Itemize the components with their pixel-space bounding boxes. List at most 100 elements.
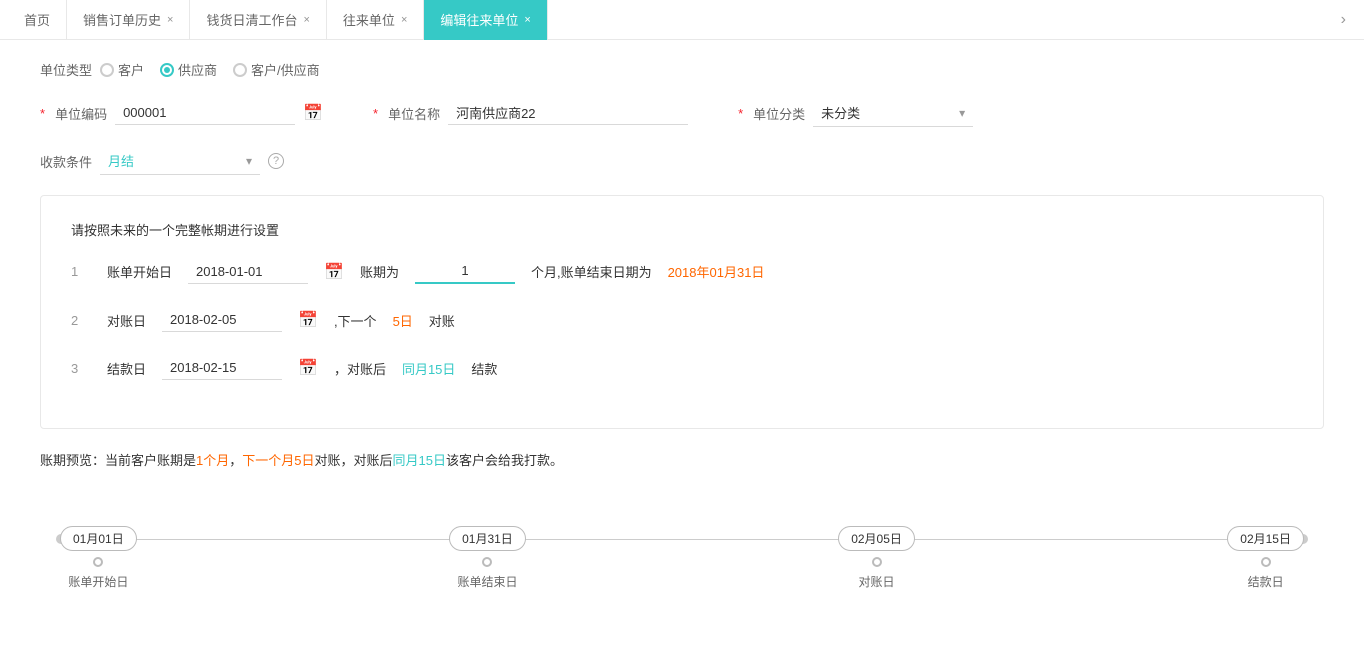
radio-supplier-circle: [160, 63, 174, 77]
node-2-label: 02月05日: [838, 526, 915, 551]
help-icon[interactable]: ?: [268, 153, 284, 169]
row-field-2: 对账日: [107, 311, 146, 330]
node-0-circle: [93, 557, 103, 567]
reconcile-desc-highlight: 5日: [393, 311, 413, 330]
tab-sales-order-history-close[interactable]: ×: [167, 14, 173, 26]
node-2-desc: 对账日: [859, 573, 895, 590]
unit-name-input[interactable]: [448, 101, 688, 125]
unit-category-label: 单位分类: [753, 104, 805, 123]
payment-desc-suffix: 结款: [471, 359, 497, 378]
row-field-3: 结款日: [107, 359, 146, 378]
radio-customer-supplier[interactable]: 客户/供应商: [233, 60, 320, 79]
setting-row-3: 3 结款日 📅 ，对账后同月15日结款: [71, 356, 1293, 380]
tabs-bar: 首页 销售订单历史 × 钱货日清工作台 × 往来单位 × 编辑往来单位 × ›: [0, 0, 1364, 40]
tab-edit-unit-close[interactable]: ×: [524, 14, 530, 26]
period-end: 2018年01月31日: [668, 262, 765, 281]
setting-row-1: 1 账单开始日 📅 账期为 个月,账单结束日期为 2018年01月31日: [71, 259, 1293, 284]
radio-customer-label: 客户: [118, 60, 144, 79]
tab-sales-order-history-label: 销售订单历史: [83, 10, 161, 29]
row-num-2: 2: [71, 313, 91, 328]
node-3-circle: [1261, 557, 1271, 567]
payment-arrow: ▾: [246, 154, 252, 168]
unit-name-label: 单位名称: [388, 104, 440, 123]
tab-contact-unit[interactable]: 往来单位 ×: [327, 0, 424, 40]
timeline: 01月01日 账单开始日 01月31日 账单结束日 02月05日 对账日 02月…: [40, 496, 1324, 630]
preview-mid1: ，: [229, 453, 242, 468]
payment-row: 收款条件 月结 ▾ ?: [40, 147, 1324, 175]
payment-date-calendar-icon[interactable]: 📅: [298, 358, 318, 378]
settings-panel: 请按照未来的一个完整帐期进行设置 1 账单开始日 📅 账期为 个月,账单结束日期…: [40, 195, 1324, 429]
unit-category-select[interactable]: 未分类 ▾: [813, 99, 973, 127]
preview-part3: 同月15日: [393, 453, 446, 468]
payment-date-input[interactable]: [162, 356, 282, 380]
tab-home[interactable]: 首页: [8, 0, 67, 40]
radio-customer-circle: [100, 63, 114, 77]
main-content: 单位类型 客户 供应商 客户/供应商 * 单位编码: [0, 40, 1364, 650]
unit-name-star: *: [373, 106, 378, 121]
setting-row-2: 2 对账日 📅 ,下一个5日对账: [71, 308, 1293, 332]
period-unit: 个月,账单结束日期为: [531, 262, 652, 281]
panel-title: 请按照未来的一个完整帐期进行设置: [71, 220, 1293, 239]
node-1-desc: 账单结束日: [457, 573, 517, 590]
tab-edit-unit[interactable]: 编辑往来单位 ×: [424, 0, 547, 40]
node-0-desc: 账单开始日: [68, 573, 128, 590]
payment-desc-highlight: 同月15日: [402, 359, 455, 378]
node-2-circle: [872, 557, 882, 567]
tab-cash-work-label: 钱货日清工作台: [206, 10, 297, 29]
period-label: 账期为: [360, 262, 399, 281]
unit-info-row: * 单位编码 📅 * 单位名称 * 单位分类 未分类 ▾: [40, 99, 1324, 127]
unit-name-group: * 单位名称: [373, 101, 688, 125]
preview-part2: 下一个月5日: [242, 453, 314, 468]
reconcile-date-calendar-icon[interactable]: 📅: [298, 310, 318, 330]
reconcile-date-input[interactable]: [162, 308, 282, 332]
node-3-desc: 结款日: [1248, 573, 1284, 590]
start-date-calendar-icon[interactable]: 📅: [324, 262, 344, 282]
tab-expand-icon[interactable]: ›: [1331, 11, 1356, 29]
unit-code-group: * 单位编码 📅: [40, 101, 323, 125]
radio-customer-supplier-label: 客户/供应商: [251, 60, 320, 79]
unit-type-row: 单位类型 客户 供应商 客户/供应商: [40, 60, 1324, 79]
timeline-node-2: 02月05日 对账日: [838, 526, 915, 590]
preview-suffix: 该客户会给我打款。: [446, 453, 563, 468]
preview-mid2: 对账，对账后: [315, 453, 393, 468]
tab-edit-unit-label: 编辑往来单位: [440, 10, 518, 29]
timeline-nodes: 01月01日 账单开始日 01月31日 账单结束日 02月05日 对账日 02月…: [60, 526, 1304, 590]
unit-category-arrow: ▾: [959, 106, 965, 120]
preview-part1: 1个月: [196, 453, 229, 468]
row-num-3: 3: [71, 361, 91, 376]
tab-sales-order-history[interactable]: 销售订单历史 ×: [67, 0, 190, 40]
preview-prefix: 账期预览：当前客户账期是: [40, 453, 196, 468]
node-3-label: 02月15日: [1227, 526, 1304, 551]
radio-customer-supplier-circle: [233, 63, 247, 77]
radio-supplier[interactable]: 供应商: [160, 60, 217, 79]
node-1-label: 01月31日: [449, 526, 526, 551]
tab-contact-unit-label: 往来单位: [343, 10, 395, 29]
radio-customer[interactable]: 客户: [100, 60, 144, 79]
unit-category-group: * 单位分类 未分类 ▾: [738, 99, 973, 127]
unit-category-star: *: [738, 106, 743, 121]
payment-group: 收款条件 月结 ▾ ?: [40, 147, 284, 175]
timeline-node-3: 02月15日 结款日: [1227, 526, 1304, 590]
start-date-input[interactable]: [188, 260, 308, 284]
reconcile-desc-prefix: ,下一个: [334, 311, 377, 330]
payment-label: 收款条件: [40, 152, 92, 171]
unit-code-label: 单位编码: [55, 104, 107, 123]
unit-type-group: 单位类型 客户 供应商 客户/供应商: [40, 60, 320, 79]
preview-text: 账期预览：当前客户账期是1个月，下一个月5日对账，对账后同月15日该客户会给我打…: [40, 449, 1324, 472]
row-field-1: 账单开始日: [107, 262, 172, 281]
unit-code-calendar-icon[interactable]: 📅: [303, 103, 323, 123]
radio-group: 客户 供应商 客户/供应商: [100, 60, 320, 79]
node-1-circle: [482, 557, 492, 567]
tab-cash-work-close[interactable]: ×: [303, 14, 309, 26]
period-value-input[interactable]: [415, 259, 515, 284]
unit-code-input[interactable]: [115, 101, 295, 125]
payment-value: 月结: [108, 151, 246, 170]
unit-code-star: *: [40, 106, 45, 121]
tab-contact-unit-close[interactable]: ×: [401, 14, 407, 26]
unit-type-label: 单位类型: [40, 60, 92, 79]
timeline-node-0: 01月01日 账单开始日: [60, 526, 137, 590]
payment-select[interactable]: 月结 ▾: [100, 147, 260, 175]
tab-home-label: 首页: [24, 10, 50, 29]
timeline-node-1: 01月31日 账单结束日: [449, 526, 526, 590]
tab-cash-work[interactable]: 钱货日清工作台 ×: [190, 0, 326, 40]
